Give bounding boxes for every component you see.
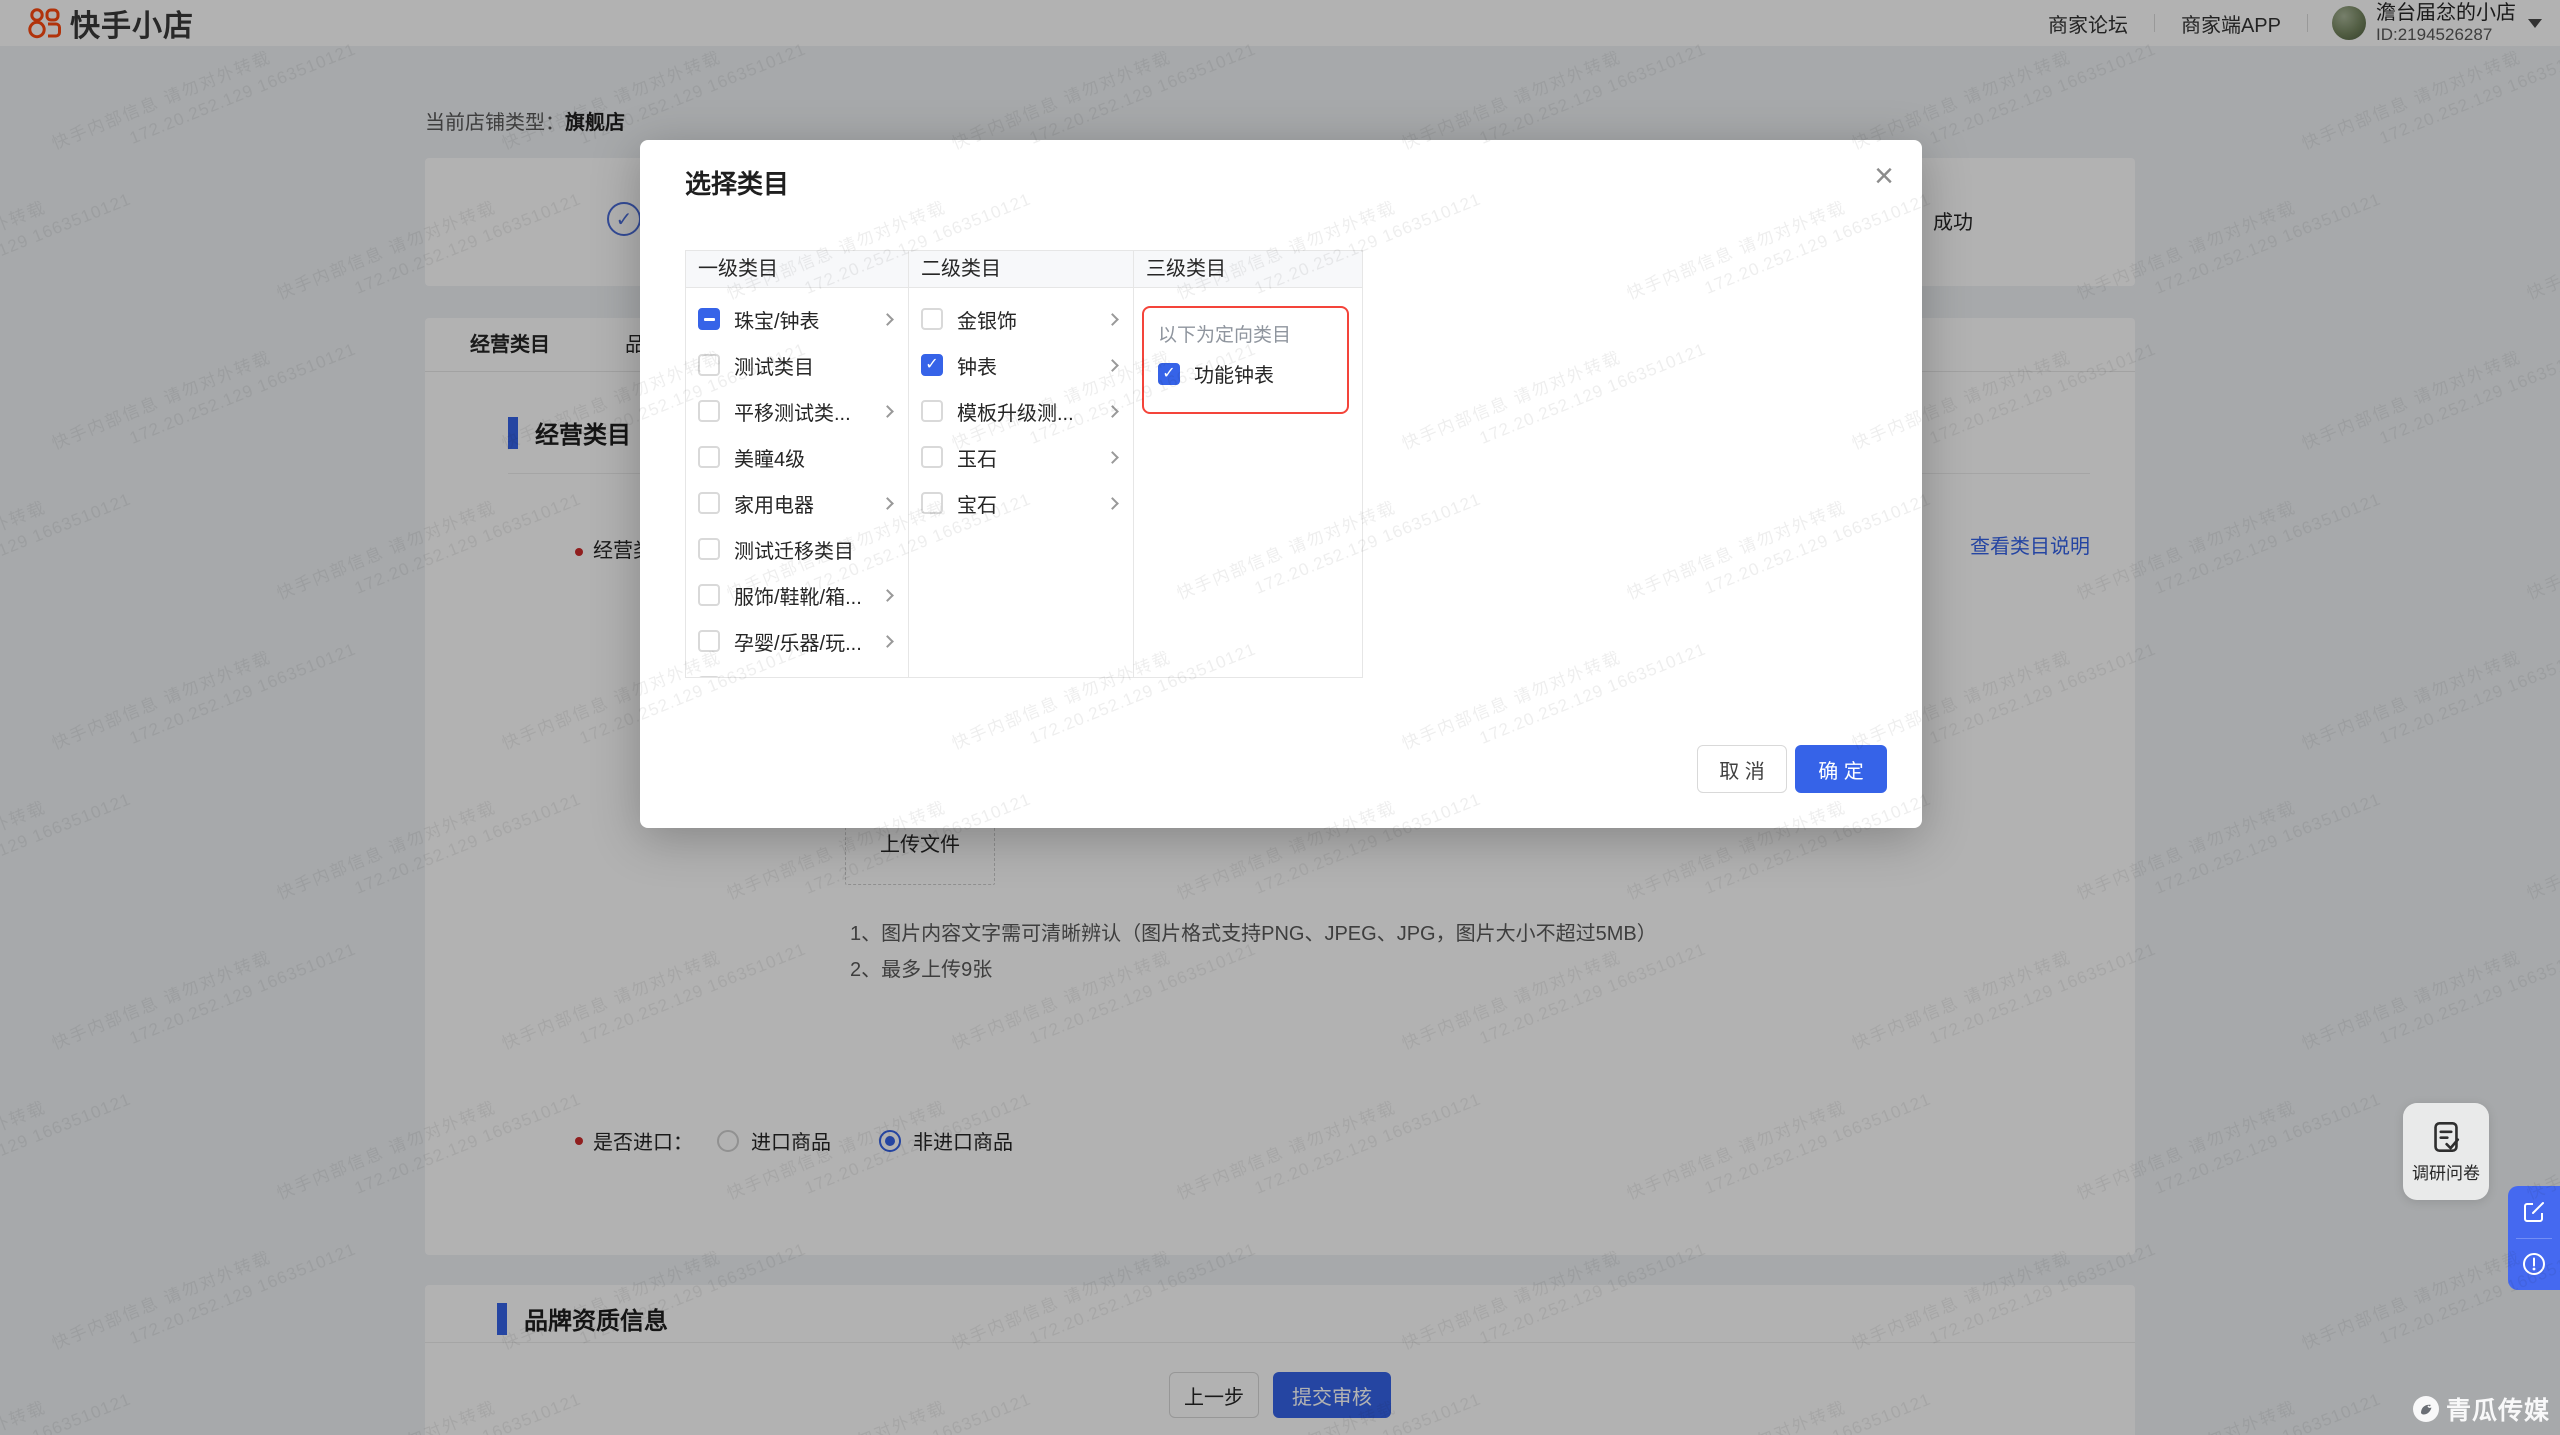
category-label: 玉石 [957, 448, 997, 471]
category-item[interactable]: 测试类目 [686, 342, 908, 388]
checkbox-indeterminate-icon[interactable] [698, 308, 720, 330]
targeted-category-note: 以下为定向类目 [1158, 325, 1292, 346]
checkbox-icon[interactable] [698, 446, 720, 468]
category-selector: 一级类目 二级类目 三级类目 珠宝/钟表测试类目平移测试类... 美瞳4级家用电器… [685, 250, 1363, 678]
select-category-modal: 选择类目 × 一级类目 二级类目 三级类目 珠宝/钟表测试类目平移测试类... 美… [640, 140, 1922, 828]
chevron-right-icon [1106, 404, 1119, 418]
category-label: 孕婴/乐器/玩... [734, 632, 862, 655]
category-label: 珠宝/钟表 [734, 310, 820, 333]
checkbox-checked-icon[interactable] [921, 354, 943, 376]
category-label: 模板升级测... [957, 402, 1074, 425]
survey-widget[interactable]: 调研问卷 [2403, 1103, 2489, 1200]
category-label: 金银饰 [957, 310, 1017, 333]
category-item[interactable] [686, 664, 908, 677]
category-label: 服饰/鞋靴/箱... [734, 586, 862, 609]
checkbox-checked-icon[interactable] [1158, 362, 1180, 385]
category-label: 平移测试类... [734, 402, 851, 425]
checkbox-icon[interactable] [921, 308, 943, 330]
category-item[interactable]: 玉石 [909, 434, 1133, 480]
checkbox-icon[interactable] [698, 354, 720, 376]
edit-icon [2524, 1201, 2544, 1222]
category-item[interactable]: 美瞳4级 [686, 434, 908, 480]
category-item[interactable]: 平移测试类... [686, 388, 908, 434]
column-header-level1: 一级类目 [686, 251, 909, 287]
category-label: 家用电器 [734, 494, 814, 517]
chevron-right-icon [1106, 450, 1119, 464]
targeted-category-highlight-box: 以下为定向类目 功能钟表 [1142, 306, 1349, 414]
column-header-level3: 三级类目 [1146, 258, 1226, 280]
category-item[interactable]: 功能钟表 [1146, 359, 1347, 388]
category-selector-headers: 一级类目 二级类目 三级类目 [686, 251, 1362, 288]
category-label: 美瞳4级 [734, 448, 806, 471]
category-label: 钟表 [957, 356, 997, 379]
checkbox-icon[interactable] [698, 676, 720, 677]
category-item[interactable]: 孕婴/乐器/玩... [686, 618, 908, 664]
category-label: 宝石 [957, 494, 997, 517]
modal-title: 选择类目 [685, 169, 790, 199]
category-selector-body: 珠宝/钟表测试类目平移测试类... 美瞳4级家用电器测试迁移类目 服饰/鞋靴/箱..… [686, 288, 1362, 677]
checkbox-icon[interactable] [698, 584, 720, 606]
category-item[interactable]: 珠宝/钟表 [686, 296, 908, 342]
category-column-level1: 珠宝/钟表测试类目平移测试类... 美瞳4级家用电器测试迁移类目 服饰/鞋靴/箱..… [686, 288, 909, 677]
info-button[interactable] [2508, 1239, 2560, 1291]
category-item[interactable]: 钟表 [909, 342, 1133, 388]
checkbox-icon[interactable] [921, 492, 943, 514]
chevron-right-icon [1106, 496, 1119, 510]
survey-label: 调研问卷 [2412, 1163, 2480, 1183]
chevron-right-icon [881, 312, 894, 326]
category-label: 测试迁移类目 [734, 540, 854, 563]
page: 快手小店 商家论坛 商家端APP 澹台届忿的小店 ID:2194526287 当… [0, 0, 2560, 1435]
category-label: 测试类目 [734, 356, 814, 379]
modal-footer: 取 消 确 定 [640, 745, 1922, 793]
survey-clipboard-icon [2434, 1121, 2460, 1152]
category-column-level2: 金银饰钟表模板升级测... 玉石宝石 [909, 288, 1134, 677]
checkbox-icon[interactable] [698, 492, 720, 514]
chevron-right-icon [881, 496, 894, 510]
side-toolbar [2508, 1186, 2560, 1290]
chevron-right-icon [1106, 358, 1119, 372]
feedback-button[interactable] [2508, 1186, 2560, 1238]
category-label: 功能钟表 [1194, 365, 1274, 387]
info-circle-icon [2523, 1253, 2545, 1276]
checkbox-icon[interactable] [698, 538, 720, 560]
category-item[interactable]: 测试迁移类目 [686, 526, 908, 572]
category-column-level3: 以下为定向类目 功能钟表 [1134, 288, 1362, 677]
chevron-right-icon [881, 588, 894, 602]
close-icon[interactable]: × [1862, 154, 1906, 198]
category-item[interactable]: 模板升级测... [909, 388, 1133, 434]
checkbox-icon[interactable] [698, 630, 720, 652]
column-header-level2: 二级类目 [909, 251, 1134, 287]
confirm-button[interactable]: 确 定 [1795, 745, 1887, 793]
category-item[interactable]: 宝石 [909, 480, 1133, 526]
chevron-right-icon [881, 404, 894, 418]
checkbox-icon[interactable] [921, 400, 943, 422]
category-item[interactable]: 家用电器 [686, 480, 908, 526]
category-item[interactable]: 服饰/鞋靴/箱... [686, 572, 908, 618]
checkbox-icon[interactable] [921, 446, 943, 468]
cancel-button[interactable]: 取 消 [1697, 745, 1787, 793]
chevron-right-icon [1106, 312, 1119, 326]
category-item[interactable]: 金银饰 [909, 296, 1133, 342]
chevron-right-icon [881, 634, 894, 648]
checkbox-icon[interactable] [698, 400, 720, 422]
